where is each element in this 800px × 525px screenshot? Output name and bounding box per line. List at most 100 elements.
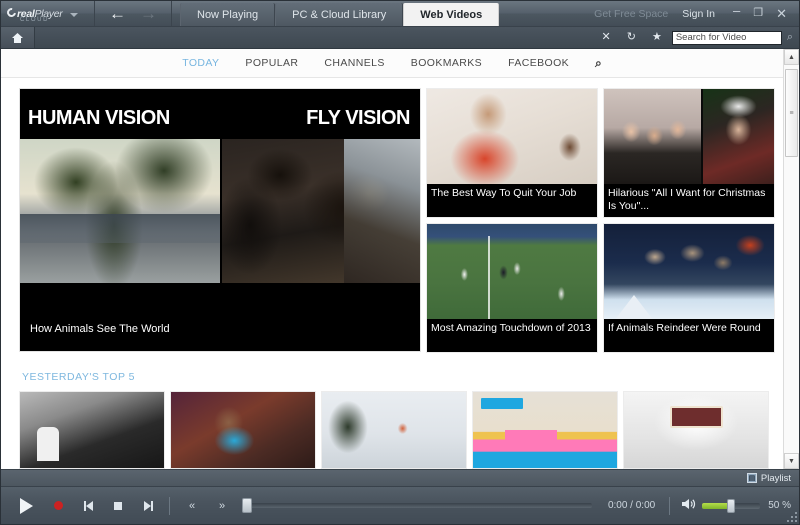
search-input[interactable] [672,31,782,45]
play-button[interactable] [9,498,43,514]
rewind-button[interactable]: « [176,500,206,512]
rewind-icon: « [189,500,193,512]
seek-controls: « » [176,500,236,512]
top5-item-2[interactable] [170,391,316,469]
titlebar-right: Get Free Space Sign In – ❐ ✕ [594,1,799,26]
app-logo-area[interactable]: real Player CLOUD [1,1,95,26]
thumbnail-row-top: The Best Way To Quit Your Job Hilarious … [426,88,775,218]
video-grid: HUMAN VISION FLY VISION How Animals See … [1,78,783,469]
scrollbar-thumb[interactable]: ≡ [785,69,798,157]
thumbnail-row-bottom: Most Amazing Touchdown of 2013 If Animal… [426,223,775,353]
video-title: Hilarious "All I Want for Christmas Is Y… [604,184,774,217]
video-title: If Animals Reindeer Were Round [604,319,774,352]
record-button[interactable] [43,501,73,510]
stop-icon[interactable]: ✕ [602,32,611,43]
search-magnifier-icon[interactable]: ⌕ [787,31,793,44]
seek-handle[interactable] [242,498,252,513]
hero-caption: How Animals See The World [30,323,170,335]
previous-button[interactable] [73,501,103,511]
tab-now-playing[interactable]: Now Playing [180,3,275,26]
section-title-yesterdays-top-5: YESTERDAY'S TOP 5 [22,371,783,383]
back-arrow-icon[interactable]: ← [109,5,126,22]
top5-item-1[interactable] [19,391,165,469]
category-nav: TODAY POPULAR CHANNELS BOOKMARKS FACEBOO… [1,49,783,78]
play-icon [20,498,33,514]
side-thumbnail-column: The Best Way To Quit Your Job Hilarious … [426,88,775,353]
tab-web-videos[interactable]: Web Videos [403,3,499,26]
thumbnail-image [604,224,774,321]
toolbar-icons: ✕ ↻ ★ [602,32,672,43]
stop-button[interactable] [103,502,133,510]
hero-human-view [20,139,220,283]
video-title: Most Amazing Touchdown of 2013 [427,319,597,352]
navigation-arrows: ← → [95,1,172,26]
thumbnail-image [427,89,597,186]
favorite-star-icon[interactable]: ★ [652,32,662,43]
caret-down-icon[interactable] [70,13,78,17]
thumbnail-panel-right [701,89,774,186]
hero-fly-view [220,139,420,283]
seek-area [236,503,600,508]
thumbnail-panel-left [604,89,701,186]
top5-item-3[interactable] [321,391,467,469]
main-tabs: Now Playing PC & Cloud Library Web Video… [180,1,499,26]
record-icon [54,501,63,510]
close-button[interactable]: ✕ [776,7,787,20]
scroll-down-button[interactable]: ▼ [784,453,799,469]
volume-handle[interactable] [727,499,735,513]
top5-item-5[interactable] [623,391,769,469]
previous-icon [84,501,93,511]
refresh-icon[interactable]: ↻ [627,32,636,43]
fast-forward-button[interactable]: » [206,500,236,512]
thumbnail-image [427,224,597,321]
nav-item-today[interactable]: TODAY [182,57,219,69]
time-display: 0:00 / 0:00 [600,500,663,511]
volume-speaker-glyph [682,498,696,510]
thumbnail-image [604,89,774,186]
transport-controls [9,498,163,514]
video-card-touchdown[interactable]: Most Amazing Touchdown of 2013 [426,223,598,353]
speaker-icon[interactable] [676,498,702,513]
nav-search-icon[interactable]: ⌕ [595,56,602,71]
playlist-bar: ▤ Playlist [1,469,799,486]
volume-slider[interactable] [702,503,760,509]
video-card-reindeer[interactable]: If Animals Reindeer Were Round [603,223,775,353]
top5-row [19,391,783,469]
realplayer-logo: real Player CLOUD [7,8,62,20]
tab-pc-cloud-library[interactable]: PC & Cloud Library [275,3,403,26]
nav-item-facebook[interactable]: FACEBOOK [508,57,569,69]
page-body: TODAY POPULAR CHANNELS BOOKMARKS FACEBOO… [1,49,783,469]
fastforward-icon: » [219,500,223,512]
scrollbar-track[interactable]: ≡ [784,65,799,453]
playlist-icon[interactable]: ▤ [747,473,757,483]
minimize-button[interactable]: – [733,4,740,17]
video-title: The Best Way To Quit Your Job [427,184,597,217]
page-scrollbar[interactable]: ▲ ≡ ▼ [783,49,799,469]
seek-slider[interactable] [244,503,592,508]
nav-item-popular[interactable]: POPULAR [245,57,298,69]
next-button[interactable] [133,501,163,511]
sign-in-link[interactable]: Sign In [682,8,715,20]
get-free-space-link[interactable]: Get Free Space [594,8,668,20]
resize-grip[interactable] [785,510,797,522]
web-page-area: TODAY POPULAR CHANNELS BOOKMARKS FACEBOO… [1,49,799,469]
nav-item-bookmarks[interactable]: BOOKMARKS [411,57,482,69]
playlist-label[interactable]: Playlist [761,473,791,484]
video-card-christmas[interactable]: Hilarious "All I Want for Christmas Is Y… [603,88,775,218]
home-button[interactable] [1,27,35,48]
browser-toolbar: ✕ ↻ ★ ⌕ [1,27,799,49]
featured-row: HUMAN VISION FLY VISION How Animals See … [19,88,783,353]
hero-divider [220,139,222,283]
scroll-up-button[interactable]: ▲ [784,49,799,65]
toolbar-search: ⌕ [672,31,799,45]
forward-arrow-icon: → [140,5,157,22]
top5-item-4[interactable] [472,391,618,469]
hero-video-card[interactable]: HUMAN VISION FLY VISION How Animals See … [19,88,421,352]
nav-item-channels[interactable]: CHANNELS [324,57,384,69]
realplayer-window: real Player CLOUD ← → Now Playing PC & C… [0,0,800,525]
hero-left-label: HUMAN VISION [28,107,170,130]
window-controls: – ❐ ✕ [733,7,791,20]
home-icon [12,33,23,43]
video-card-quit-job[interactable]: The Best Way To Quit Your Job [426,88,598,218]
maximize-button[interactable]: ❐ [753,8,763,19]
